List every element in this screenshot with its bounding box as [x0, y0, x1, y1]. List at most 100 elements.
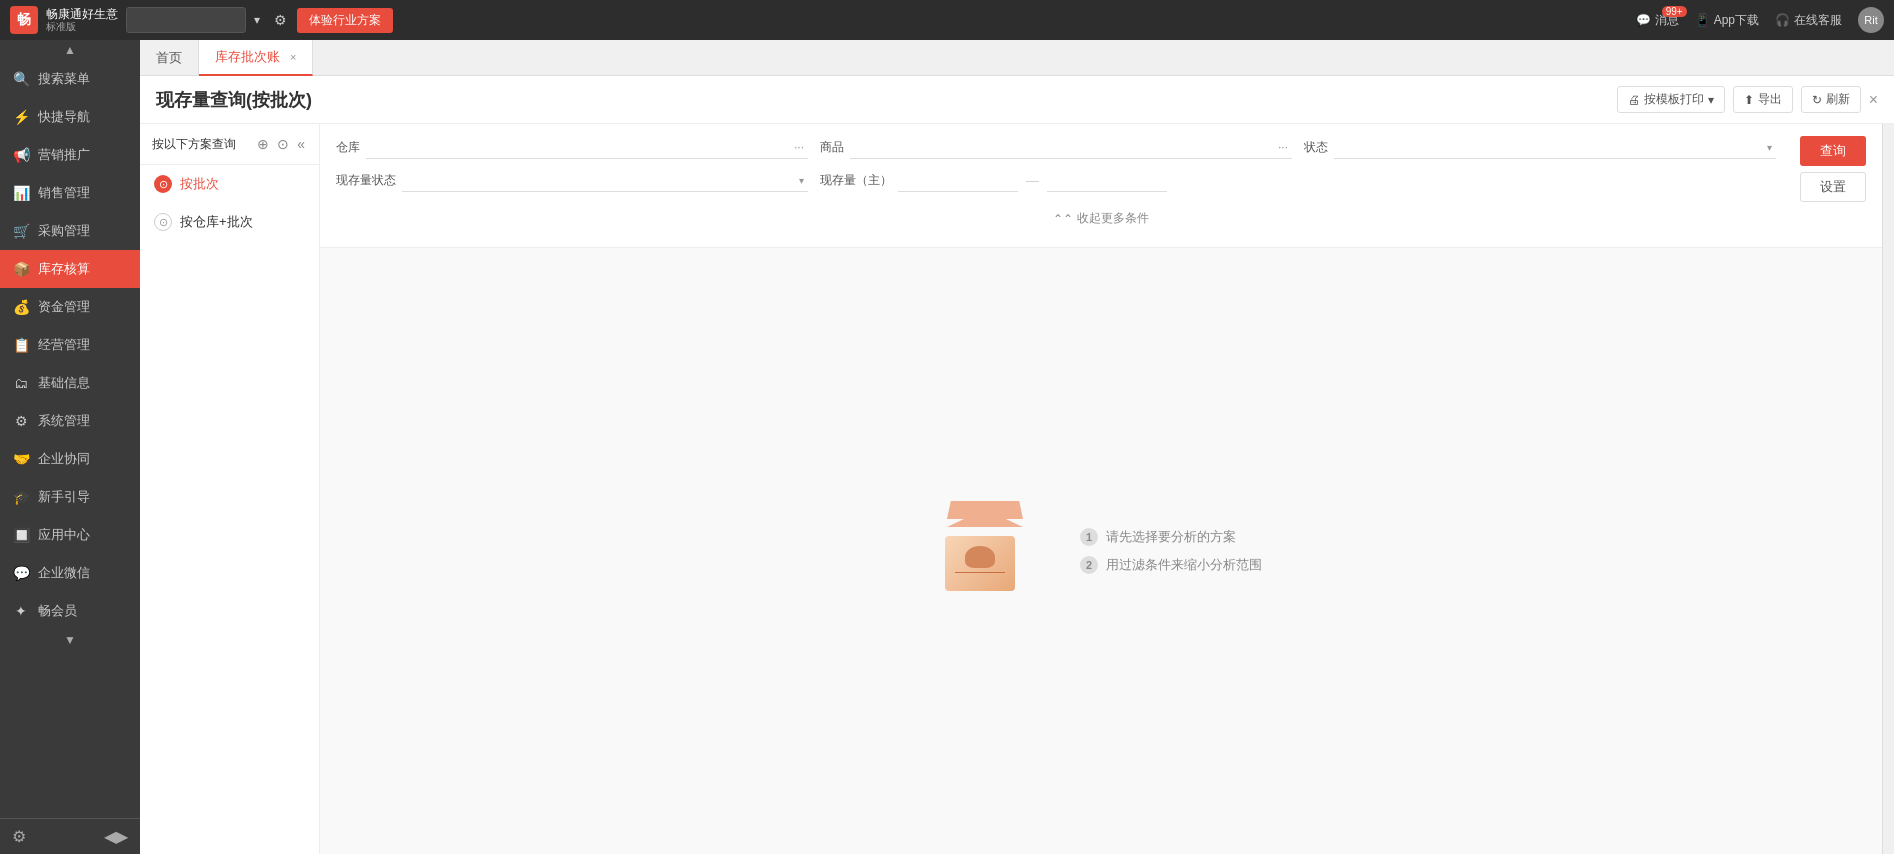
top-header: 畅 畅康通好生意 标准版 ▾ ⚙ 体验行业方案 💬 消息 99+ 📱 App下载… [0, 0, 1894, 40]
sidebar-item-apps[interactable]: 🔲 应用中心 [0, 516, 140, 554]
sidebar: ▲ 🔍 搜索菜单 ⚡ 快捷导航 📢 营销推广 📊 销售管理 🛒 采购管理 📦 库… [0, 40, 140, 854]
left-panel: 按以下方案查询 ⊕ ⊙ « ⊙ 按批次 ⊙ 按仓库+批次 [140, 124, 320, 854]
warehouse-more-btn[interactable]: ··· [790, 138, 808, 156]
collab-icon: 🤝 [12, 450, 30, 468]
sidebar-item-system[interactable]: ⚙ 系统管理 [0, 402, 140, 440]
collapse-up-icon: ⌃⌃ [1053, 212, 1073, 226]
export-btn[interactable]: ⬆ 导出 [1733, 86, 1793, 113]
search-icon: 🔍 [12, 70, 30, 88]
sidebar-item-operation[interactable]: 📋 经营管理 [0, 326, 140, 364]
inventory-qty-label: 现存量（主） [820, 172, 892, 189]
tab-home[interactable]: 首页 [140, 40, 199, 76]
export-icon: ⬆ [1744, 93, 1754, 107]
scheme-active-icon: ⊙ [154, 175, 172, 193]
filter-row-2: 现存量状态 ▾ 现存量（主） [336, 169, 1776, 192]
tab-bar: 首页 库存批次账 × [140, 40, 1894, 76]
user-avatar[interactable]: Rit [1858, 7, 1884, 33]
sidebar-settings-btn[interactable]: ⚙ [12, 827, 26, 846]
sales-icon: 📊 [12, 184, 30, 202]
page-title: 现存量查询(按批次) [156, 88, 1617, 112]
sidebar-item-search[interactable]: 🔍 搜索菜单 [0, 60, 140, 98]
sidebar-item-marketing[interactable]: 📢 营销推广 [0, 136, 140, 174]
vip-icon: ✦ [12, 602, 30, 620]
main-content: 首页 库存批次账 × 现存量查询(按批次) 🖨 按模板打印 ▾ ⬆ 导出 [140, 40, 1894, 854]
global-settings-btn[interactable]: ⚙ [268, 10, 293, 30]
messages-badge: 99+ [1662, 6, 1687, 17]
brand-name: 畅康通好生意 [46, 7, 118, 21]
operation-icon: 📋 [12, 336, 30, 354]
empty-tip-1: 1 请先选择要分析的方案 [1080, 528, 1262, 546]
status-select[interactable] [1334, 136, 1776, 158]
tab-inventory-batch[interactable]: 库存批次账 × [199, 40, 313, 76]
inventory-qty-field: 现存量（主） — [820, 169, 1292, 192]
sidebar-item-collab[interactable]: 🤝 企业协同 [0, 440, 140, 478]
product-input-wrapper: ··· [850, 136, 1292, 159]
scheme-item-batch[interactable]: ⊙ 按批次 [140, 165, 319, 203]
message-icon: 💬 [1636, 13, 1651, 27]
right-scrollbar [1882, 124, 1894, 854]
sidebar-item-inventory[interactable]: 📦 库存核算 [0, 250, 140, 288]
inventory-qty-to-input[interactable] [1047, 169, 1167, 192]
header-right: 💬 消息 99+ 📱 App下载 🎧 在线客服 Rit [1636, 7, 1884, 33]
inventory-icon: 📦 [12, 260, 30, 278]
close-panel-btn[interactable]: × [1869, 91, 1878, 109]
online-service-btn[interactable]: 🎧 在线客服 [1775, 12, 1842, 29]
tab-close-btn[interactable]: × [290, 51, 296, 63]
tip-number-2: 2 [1080, 556, 1098, 574]
scheme-item-warehouse-batch[interactable]: ⊙ 按仓库+批次 [140, 203, 319, 241]
basic-info-icon: 🗂 [12, 374, 30, 392]
sidebar-item-wechat[interactable]: 💬 企业微信 [0, 554, 140, 592]
empty-state-illustration [940, 501, 1040, 601]
service-icon: 🎧 [1775, 13, 1790, 27]
inventory-status-select[interactable] [402, 169, 808, 191]
sidebar-item-quicknav[interactable]: ⚡ 快捷导航 [0, 98, 140, 136]
global-search-input[interactable] [126, 7, 246, 33]
print-icon: 🖨 [1628, 93, 1640, 107]
wechat-icon: 💬 [12, 564, 30, 582]
left-panel-title: 按以下方案查询 [152, 136, 236, 153]
search-dropdown-btn[interactable]: ▾ [250, 11, 264, 29]
sidebar-item-purchase[interactable]: 🛒 采购管理 [0, 212, 140, 250]
scheme-settings-btn[interactable]: ⊙ [275, 134, 291, 154]
experience-btn[interactable]: 体验行业方案 [297, 8, 393, 33]
query-btn[interactable]: 查询 [1800, 136, 1866, 166]
finance-icon: 💰 [12, 298, 30, 316]
warehouse-field: 仓库 ··· [336, 136, 808, 159]
collapse-row[interactable]: ⌃⌃ 收起更多条件 [336, 202, 1866, 235]
app-download-btn[interactable]: 📱 App下载 [1695, 12, 1759, 29]
sidebar-toggle-btn[interactable]: ◀▶ [104, 827, 128, 846]
system-icon: ⚙ [12, 412, 30, 430]
status-select-wrapper: ▾ [1334, 136, 1776, 159]
refresh-btn[interactable]: ↻ 刷新 [1801, 86, 1861, 113]
top-nav: ▾ ⚙ 体验行业方案 [126, 7, 1628, 33]
sidebar-scroll-up[interactable]: ▲ [0, 40, 140, 60]
sidebar-scroll-down[interactable]: ▼ [0, 630, 140, 650]
filter-row-1: 仓库 ··· 商品 [336, 136, 1776, 159]
purchase-icon: 🛒 [12, 222, 30, 240]
collapse-left-panel-btn[interactable]: « [295, 134, 307, 154]
inventory-status-field: 现存量状态 ▾ [336, 169, 808, 192]
empty-state-tips: 1 请先选择要分析的方案 2 用过滤条件来缩小分析范围 [1080, 528, 1262, 574]
avatar-circle: Rit [1858, 7, 1884, 33]
scheme-inactive-icon: ⊙ [154, 213, 172, 231]
product-input[interactable] [850, 136, 1274, 158]
filter-settings-btn[interactable]: 设置 [1800, 172, 1866, 202]
add-scheme-btn[interactable]: ⊕ [255, 134, 271, 154]
guide-icon: 🎓 [12, 488, 30, 506]
sidebar-bottom: ⚙ ◀▶ [0, 818, 140, 854]
product-label: 商品 [820, 139, 844, 156]
messages-btn[interactable]: 💬 消息 99+ [1636, 12, 1679, 29]
print-dropdown-arrow: ▾ [1708, 93, 1714, 107]
sidebar-item-sales[interactable]: 📊 销售管理 [0, 174, 140, 212]
sidebar-item-guide[interactable]: 🎓 新手引导 [0, 478, 140, 516]
print-btn[interactable]: 🖨 按模板打印 ▾ [1617, 86, 1725, 113]
inventory-qty-from-input[interactable] [898, 169, 1018, 192]
sidebar-item-finance[interactable]: 💰 资金管理 [0, 288, 140, 326]
empty-state: 1 请先选择要分析的方案 2 用过滤条件来缩小分析范围 [320, 248, 1882, 854]
sidebar-item-basic-info[interactable]: 🗂 基础信息 [0, 364, 140, 402]
page-header: 现存量查询(按批次) 🖨 按模板打印 ▾ ⬆ 导出 ↻ 刷新 × [140, 76, 1894, 124]
warehouse-input[interactable] [366, 136, 790, 158]
sidebar-item-vip[interactable]: ✦ 畅会员 [0, 592, 140, 630]
page-header-actions: 🖨 按模板打印 ▾ ⬆ 导出 ↻ 刷新 × [1617, 86, 1878, 113]
product-more-btn[interactable]: ··· [1274, 138, 1292, 156]
